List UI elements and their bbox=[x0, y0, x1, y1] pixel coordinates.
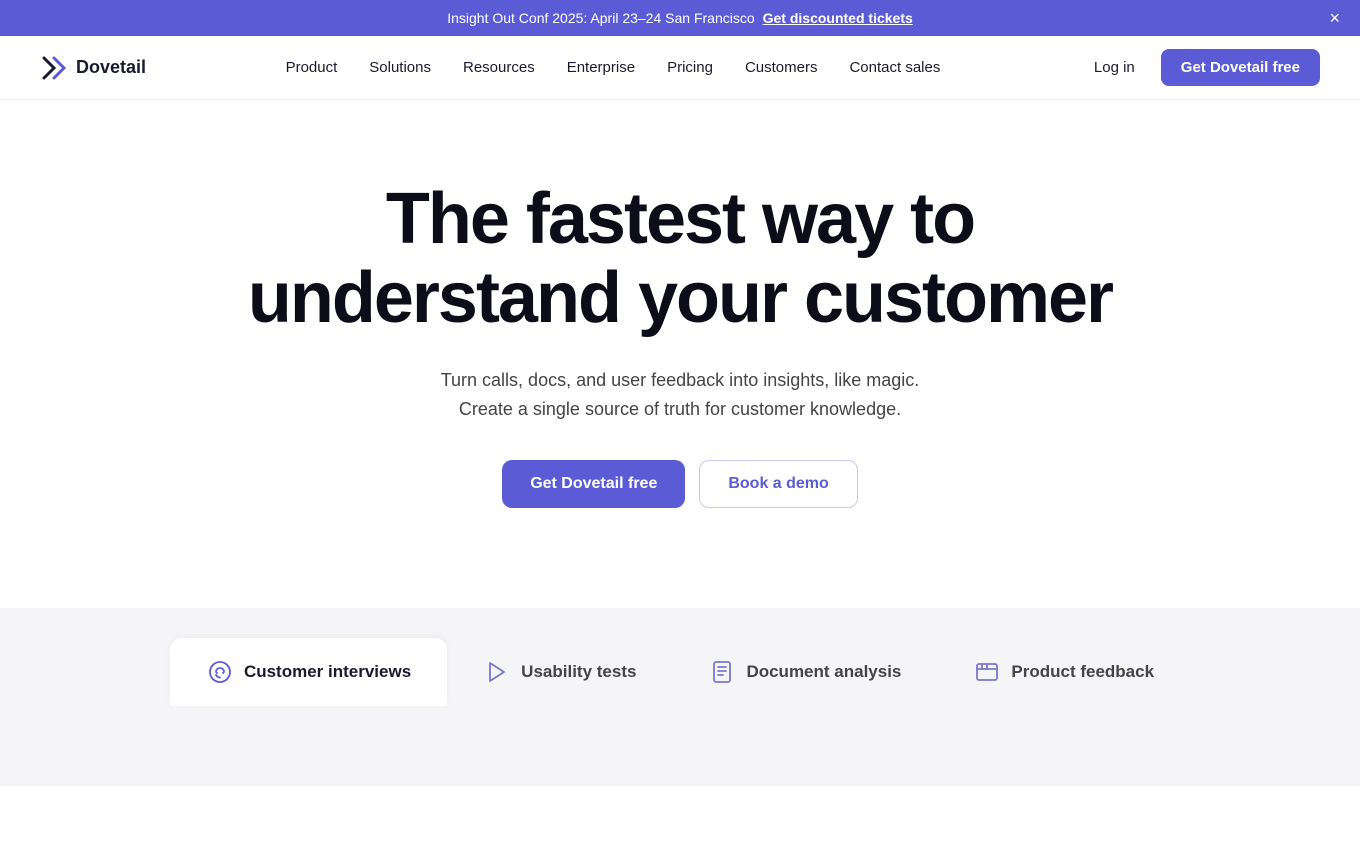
announcement-banner: Insight Out Conf 2025: April 23–24 San F… bbox=[0, 0, 1360, 36]
document-analysis-icon bbox=[708, 658, 736, 686]
hero-cta-primary[interactable]: Get Dovetail free bbox=[502, 460, 685, 508]
hero-section: The fastest way to understand your custo… bbox=[0, 100, 1360, 568]
logo[interactable]: Dovetail bbox=[40, 54, 146, 82]
hero-title: The fastest way to understand your custo… bbox=[248, 180, 1112, 338]
hero-subtitle-line1: Turn calls, docs, and user feedback into… bbox=[441, 370, 920, 390]
announcement-text: Insight Out Conf 2025: April 23–24 San F… bbox=[447, 10, 754, 26]
nav-resources[interactable]: Resources bbox=[449, 51, 549, 84]
customer-interviews-icon bbox=[206, 658, 234, 686]
feature-tabs-row: Customer interviews Usability tests D bbox=[0, 638, 1360, 706]
tab-document-analysis[interactable]: Document analysis bbox=[672, 638, 937, 706]
login-button[interactable]: Log in bbox=[1080, 51, 1149, 84]
nav-pricing[interactable]: Pricing bbox=[653, 51, 727, 84]
feature-tabs-section: Customer interviews Usability tests D bbox=[0, 608, 1360, 786]
tab-product-feedback[interactable]: Product feedback bbox=[937, 638, 1190, 706]
tab-usability-tests-label: Usability tests bbox=[521, 662, 636, 682]
nav-product[interactable]: Product bbox=[272, 51, 352, 84]
nav-links: Product Solutions Resources Enterprise P… bbox=[272, 51, 955, 84]
nav-enterprise[interactable]: Enterprise bbox=[553, 51, 649, 84]
hero-title-line1: The fastest way to bbox=[386, 179, 974, 259]
hero-title-line2: understand your customer bbox=[248, 258, 1112, 338]
nav-customers[interactable]: Customers bbox=[731, 51, 832, 84]
nav-solutions[interactable]: Solutions bbox=[355, 51, 445, 84]
product-feedback-icon bbox=[973, 658, 1001, 686]
hero-buttons: Get Dovetail free Book a demo bbox=[502, 460, 858, 508]
hero-subtitle-line2: Create a single source of truth for cust… bbox=[459, 399, 901, 419]
navbar: Dovetail Product Solutions Resources Ent… bbox=[0, 36, 1360, 100]
tab-usability-tests[interactable]: Usability tests bbox=[447, 638, 672, 706]
dovetail-logo-icon bbox=[40, 54, 68, 82]
nav-contact-sales[interactable]: Contact sales bbox=[835, 51, 954, 84]
tab-product-feedback-label: Product feedback bbox=[1011, 662, 1154, 682]
usability-tests-icon bbox=[483, 658, 511, 686]
feature-content-placeholder bbox=[0, 706, 1360, 786]
tab-customer-interviews-label: Customer interviews bbox=[244, 662, 411, 682]
hero-cta-secondary[interactable]: Book a demo bbox=[699, 460, 857, 508]
close-banner-button[interactable]: × bbox=[1329, 9, 1340, 27]
tab-document-analysis-label: Document analysis bbox=[746, 662, 901, 682]
navbar-actions: Log in Get Dovetail free bbox=[1080, 49, 1320, 86]
logo-text: Dovetail bbox=[76, 57, 146, 78]
nav-cta-button[interactable]: Get Dovetail free bbox=[1161, 49, 1320, 86]
hero-subtitle: Turn calls, docs, and user feedback into… bbox=[441, 366, 920, 424]
announcement-link[interactable]: Get discounted tickets bbox=[763, 10, 913, 26]
tab-customer-interviews[interactable]: Customer interviews bbox=[170, 638, 447, 706]
